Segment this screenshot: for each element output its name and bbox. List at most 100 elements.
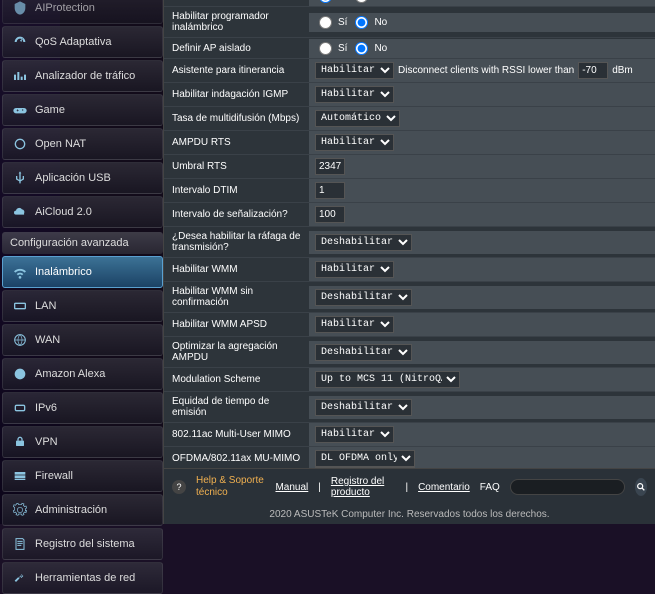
field-label: Tasa de multidifusión (Mbps) — [164, 109, 309, 128]
sidebar-item-label: Analizador de tráfico — [35, 70, 135, 82]
sidebar-item-syslog[interactable]: Registro del sistema — [2, 528, 163, 560]
sidebar-item-label: VPN — [35, 436, 58, 448]
chart-icon — [11, 67, 29, 85]
sidebar-item-label: Open NAT — [35, 138, 86, 150]
tools-icon — [11, 569, 29, 587]
sidebar-item-label: Firewall — [35, 470, 73, 482]
field-label: Habilitar radio — [164, 0, 309, 6]
sidebar-item-wireless[interactable]: Inalámbrico — [2, 256, 163, 288]
sidebar-item-aicloud[interactable]: AiCloud 2.0 — [2, 196, 163, 228]
main-panel: Habilitar radioSíNo Habilitar programado… — [163, 0, 655, 524]
cloud-icon — [11, 203, 29, 221]
sidebar-item-label: Registro del sistema — [35, 538, 135, 550]
sidebar-item-usb[interactable]: Aplicación USB — [2, 162, 163, 194]
wmm-select[interactable]: Habilitar — [315, 261, 394, 278]
igmp-select[interactable]: Habilitar — [315, 86, 394, 103]
sidebar-item-alexa[interactable]: Amazon Alexa — [2, 358, 163, 390]
multicast-select[interactable]: Automático — [315, 110, 400, 127]
register-link[interactable]: Registro del producto — [331, 476, 396, 498]
field-label: Equidad de tiempo de emisión — [164, 392, 309, 422]
sidebar-item-label: Amazon Alexa — [35, 368, 105, 380]
rssi-text: Disconnect clients with RSSI lower than — [398, 65, 574, 76]
sidebar: AIProtection QoS Adaptativa Analizador d… — [0, 0, 163, 524]
search-button[interactable] — [635, 478, 647, 496]
wmm-apsd-select[interactable]: Habilitar — [315, 316, 394, 333]
sidebar-item-label: Herramientas de red — [35, 572, 135, 584]
sidebar-item-label: LAN — [35, 300, 56, 312]
lan-icon — [11, 297, 29, 315]
sidebar-item-qos[interactable]: QoS Adaptativa — [2, 26, 163, 58]
sidebar-item-firewall[interactable]: Firewall — [2, 460, 163, 492]
airtime-select[interactable]: Deshabilitar — [315, 399, 412, 416]
manual-link[interactable]: Manual — [275, 482, 308, 493]
help-support-link[interactable]: Help & Soporte técnico — [196, 475, 265, 499]
sidebar-item-opennat[interactable]: Open NAT — [2, 128, 163, 160]
field-label: Habilitar WMM — [164, 260, 309, 279]
ofdma-select[interactable]: DL OFDMA only — [315, 450, 415, 467]
sidebar-item-ipv6[interactable]: IPv6 — [2, 392, 163, 424]
ofdma-select-wrap: DL OFDMA only Deshabilitar DL OFDMA only… — [315, 450, 415, 467]
field-label: ¿Desea habilitar la ráfaga de transmisió… — [164, 227, 309, 257]
sidebar-item-lan[interactable]: LAN — [2, 290, 163, 322]
ofdma-options: Deshabilitar DL OFDMA only DL/UL OFDMA D… — [315, 467, 415, 468]
rts-threshold[interactable] — [315, 158, 345, 175]
sidebar-item-admin[interactable]: Administración — [2, 494, 163, 526]
sidebar-item-game[interactable]: Game — [2, 94, 163, 126]
ampdu-opt-select[interactable]: Deshabilitar — [315, 344, 412, 361]
field-label: Habilitar WMM APSD — [164, 315, 309, 334]
sidebar-item-aiprotection[interactable]: AIProtection — [2, 0, 163, 24]
footer: ? Help & Soporte técnico Manual | Regist… — [164, 468, 655, 505]
radio-no[interactable] — [355, 0, 368, 3]
dtim-value[interactable] — [315, 182, 345, 199]
usb-icon — [11, 169, 29, 187]
help-icon[interactable]: ? — [172, 480, 186, 494]
alexa-icon — [11, 365, 29, 383]
sidebar-advanced-header: Configuración avanzada — [2, 232, 163, 254]
modulation-select[interactable]: Up to MCS 11 (NitroQAM/1024-QAM) — [315, 371, 460, 388]
comment-link[interactable]: Comentario — [418, 482, 470, 493]
field-label: Asistente para itinerancia — [164, 61, 309, 80]
sidebar-item-label: Game — [35, 104, 65, 116]
wmm-noack-select[interactable]: Deshabilitar — [315, 289, 412, 306]
ipv6-icon — [11, 399, 29, 417]
roaming-select[interactable]: Habilitar — [315, 62, 394, 79]
sidebar-item-vpn[interactable]: VPN — [2, 426, 163, 458]
beacon-value[interactable] — [315, 206, 345, 223]
field-label: Optimizar la agregación AMPDU — [164, 337, 309, 367]
field-label: Habilitar indagación IGMP — [164, 85, 309, 104]
field-label: Modulation Scheme — [164, 370, 309, 389]
field-label: AMPDU RTS — [164, 133, 309, 152]
sidebar-item-wan[interactable]: WAN — [2, 324, 163, 356]
txburst-select[interactable]: Deshabilitar — [315, 234, 412, 251]
sidebar-item-label: AIProtection — [35, 2, 95, 14]
gamepad-icon — [11, 101, 29, 119]
search-input[interactable] — [510, 479, 625, 495]
radio-no[interactable] — [355, 42, 368, 55]
field-label: Intervalo de señalización? — [164, 205, 309, 224]
rssi-value[interactable] — [578, 62, 608, 79]
mumimo-select[interactable]: Habilitar — [315, 426, 394, 443]
unit-label: dBm — [612, 65, 633, 76]
radio-si[interactable] — [319, 0, 332, 3]
field-label: Umbral RTS — [164, 157, 309, 176]
gear-icon — [11, 501, 29, 519]
field-label: Definir AP aislado — [164, 39, 309, 58]
ampdu-select[interactable]: Habilitar — [315, 134, 394, 151]
sidebar-item-traffic[interactable]: Analizador de tráfico — [2, 60, 163, 92]
field-label: Habilitar WMM sin confirmación — [164, 282, 309, 312]
gauge-icon — [11, 33, 29, 51]
shield-icon — [11, 0, 29, 17]
nat-icon — [11, 135, 29, 153]
radio-no[interactable] — [355, 16, 368, 29]
sidebar-item-label: AiCloud 2.0 — [35, 206, 92, 218]
sidebar-item-nettools[interactable]: Herramientas de red — [2, 562, 163, 594]
sidebar-item-label: Administración — [35, 504, 107, 516]
copyright-text: 2020 ASUSTeK Computer Inc. Reservados to… — [164, 505, 655, 524]
faq-label: FAQ — [480, 482, 500, 493]
firewall-icon — [11, 467, 29, 485]
field-label: OFDMA/802.11ax MU-MIMO — [164, 449, 309, 468]
sidebar-item-label: QoS Adaptativa — [35, 36, 111, 48]
sidebar-item-label: Inalámbrico — [35, 266, 92, 278]
radio-si[interactable] — [319, 16, 332, 29]
radio-si[interactable] — [319, 42, 332, 55]
